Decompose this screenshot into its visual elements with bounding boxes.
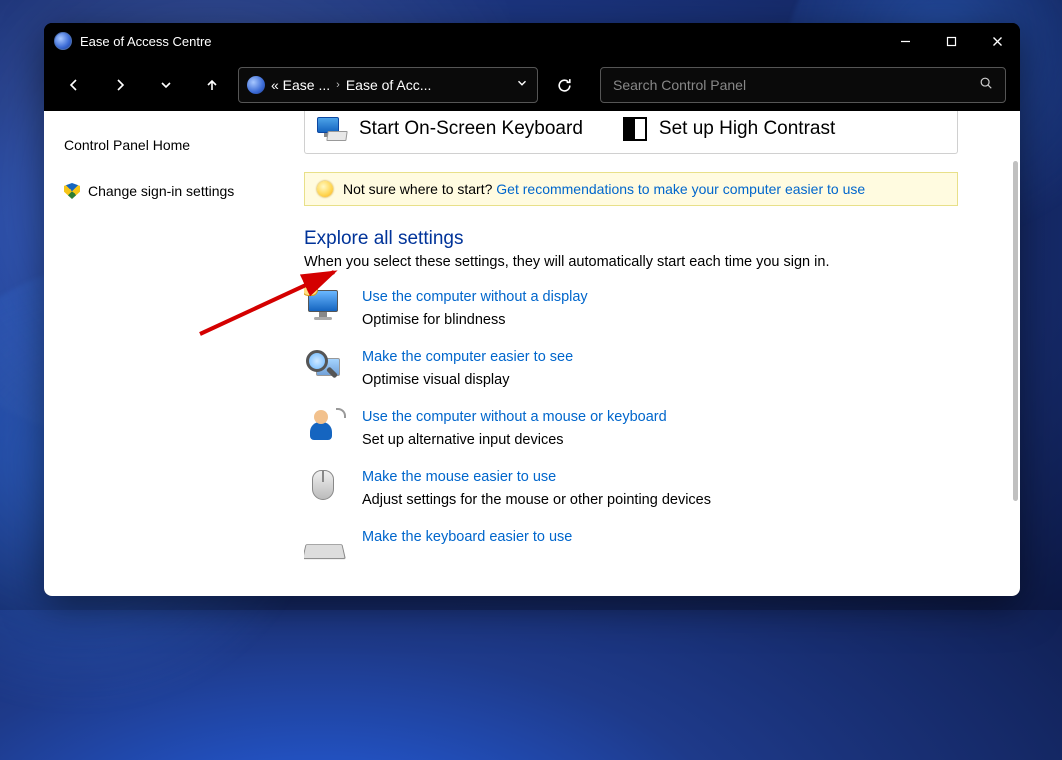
hint-bar: Not sure where to start? Get recommendat… xyxy=(304,172,958,206)
search-input[interactable] xyxy=(613,77,971,93)
setting-without-display: Use the computer without a display Optim… xyxy=(304,288,958,328)
lightbulb-icon xyxy=(317,181,333,197)
control-panel-home-link[interactable]: Control Panel Home xyxy=(58,129,290,161)
setting-link[interactable]: Make the computer easier to see xyxy=(362,349,573,365)
monitor-speech-icon xyxy=(304,288,344,324)
keyboard-monitor-icon xyxy=(315,117,347,141)
forward-button[interactable] xyxy=(100,65,140,105)
breadcrumb-seg-2[interactable]: Ease of Acc... xyxy=(346,77,432,93)
setting-desc: Set up alternative input devices xyxy=(362,432,667,448)
maximize-button[interactable] xyxy=(928,23,974,59)
ease-of-access-icon xyxy=(54,32,72,50)
quick-access-box: Start On-Screen Keyboard Set up High Con… xyxy=(304,111,958,154)
setting-easier-to-see: Make the computer easier to see Optimise… xyxy=(304,348,958,388)
setting-link[interactable]: Make the keyboard easier to use xyxy=(362,529,572,545)
explore-sub: When you select these settings, they wil… xyxy=(304,254,958,270)
setting-link[interactable]: Use the computer without a display xyxy=(362,289,588,305)
keyboard-icon xyxy=(304,528,344,564)
content: Control Panel Home Change sign-in settin… xyxy=(44,111,1020,596)
sidebar-item-label: Change sign-in settings xyxy=(88,183,234,199)
high-contrast-icon xyxy=(623,117,647,141)
setting-mouse-easier: Make the mouse easier to use Adjust sett… xyxy=(304,468,958,508)
titlebar: Ease of Access Centre xyxy=(44,23,1020,59)
setting-keyboard-easier: Make the keyboard easier to use xyxy=(304,528,958,564)
sidebar: Control Panel Home Change sign-in settin… xyxy=(44,111,304,596)
recent-dropdown[interactable] xyxy=(146,65,186,105)
window-title: Ease of Access Centre xyxy=(80,34,212,49)
shield-icon xyxy=(64,183,80,199)
setup-high-contrast[interactable]: Set up High Contrast xyxy=(623,117,835,141)
magnifier-icon xyxy=(304,348,344,384)
start-onscreen-keyboard[interactable]: Start On-Screen Keyboard xyxy=(315,117,583,141)
explore-heading: Explore all settings xyxy=(304,228,958,250)
hint-link[interactable]: Get recommendations to make your compute… xyxy=(496,181,865,197)
chevron-right-icon: › xyxy=(336,79,340,91)
toolbar: « Ease ... › Ease of Acc... xyxy=(44,59,1020,111)
address-bar[interactable]: « Ease ... › Ease of Acc... xyxy=(238,67,538,103)
search-icon[interactable] xyxy=(979,76,993,95)
setting-link[interactable]: Make the mouse easier to use xyxy=(362,469,556,485)
close-button[interactable] xyxy=(974,23,1020,59)
back-button[interactable] xyxy=(54,65,94,105)
setting-desc: Optimise for blindness xyxy=(362,312,588,328)
window: Ease of Access Centre « Ease ... › xyxy=(44,23,1020,596)
address-dropdown[interactable] xyxy=(515,76,529,95)
quick-label: Start On-Screen Keyboard xyxy=(359,118,583,140)
refresh-button[interactable] xyxy=(544,65,584,105)
search-box[interactable] xyxy=(600,67,1006,103)
person-speech-icon xyxy=(304,408,344,444)
up-button[interactable] xyxy=(192,65,232,105)
minimize-button[interactable] xyxy=(882,23,928,59)
scrollbar[interactable] xyxy=(1013,161,1018,501)
setting-desc: Adjust settings for the mouse or other p… xyxy=(362,492,711,508)
setting-link[interactable]: Use the computer without a mouse or keyb… xyxy=(362,409,667,425)
setting-desc: Optimise visual display xyxy=(362,372,573,388)
main-panel: Start On-Screen Keyboard Set up High Con… xyxy=(304,111,984,596)
hint-lead: Not sure where to start? xyxy=(343,181,496,197)
setting-without-mouse-keyboard: Use the computer without a mouse or keyb… xyxy=(304,408,958,448)
mouse-icon xyxy=(304,468,344,504)
quick-label: Set up High Contrast xyxy=(659,118,835,140)
location-icon xyxy=(247,76,265,94)
change-signin-link[interactable]: Change sign-in settings xyxy=(58,175,290,207)
breadcrumb-seg-1[interactable]: « Ease ... xyxy=(271,77,330,93)
sidebar-item-label: Control Panel Home xyxy=(64,137,190,153)
